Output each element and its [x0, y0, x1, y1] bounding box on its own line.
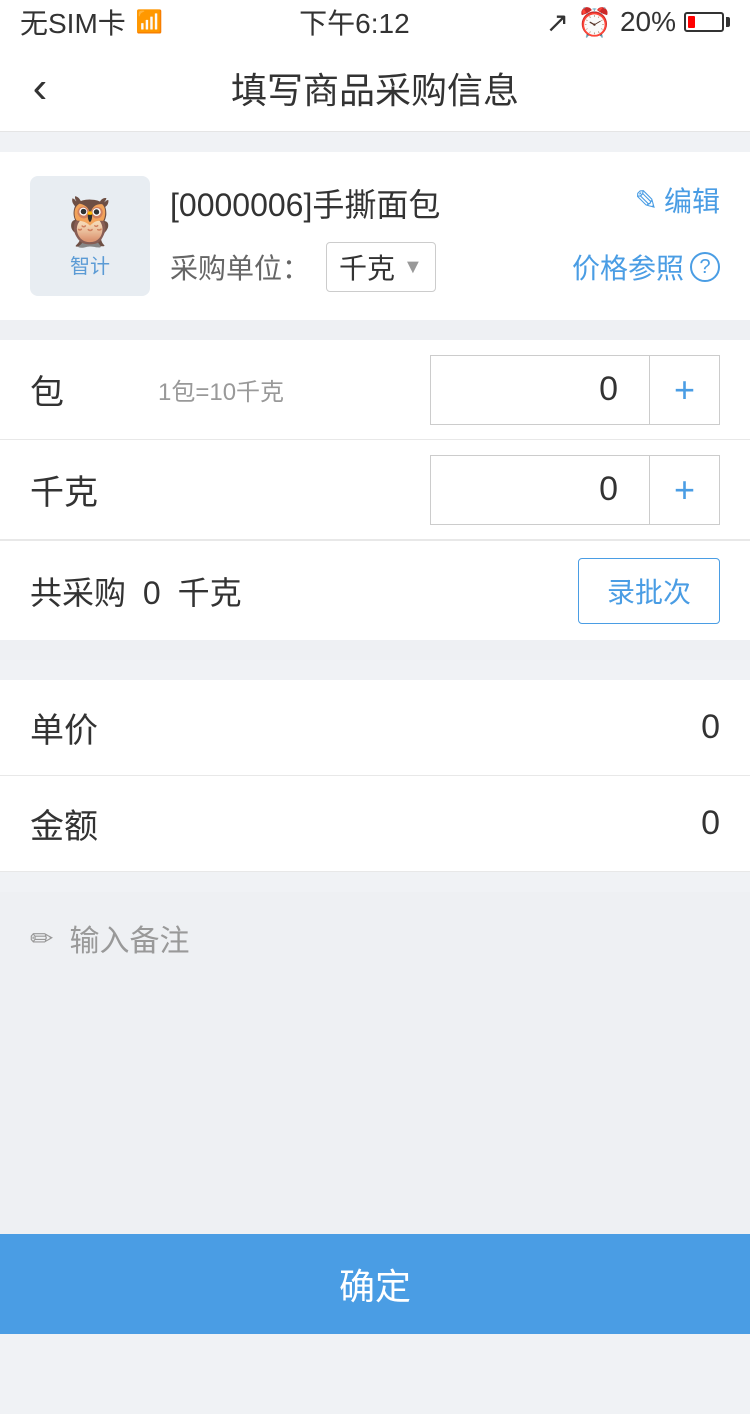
summary-value: 0: [143, 575, 161, 611]
price-ref-button[interactable]: 价格参照 ?: [572, 247, 720, 287]
kg-input-row: 千克 +: [0, 440, 750, 540]
kg-input-controls: +: [430, 455, 720, 525]
status-time: 下午6:12: [299, 2, 410, 42]
bag-input-controls: +: [430, 355, 720, 425]
section-divider-1: [0, 320, 750, 340]
edit-button[interactable]: ✎ 编辑: [635, 180, 720, 220]
chevron-down-icon: ▼: [403, 256, 423, 279]
product-logo-icon: 🦉: [60, 193, 120, 250]
unit-label: 采购单位：: [170, 247, 310, 287]
product-meta: 采购单位： 千克 ▼ 价格参照 ?: [170, 242, 720, 292]
back-button[interactable]: ‹: [0, 44, 80, 131]
product-id: [0000006]: [170, 187, 312, 223]
battery-text: 20%: [620, 6, 676, 38]
kg-quantity-input[interactable]: [430, 455, 650, 525]
bag-plus-icon: +: [674, 369, 695, 411]
nav-bar: ‹ 填写商品采购信息: [0, 44, 750, 132]
product-title: 手撕面包: [312, 187, 440, 223]
unit-price-label: 单价: [30, 703, 98, 752]
total-amount-value: 0: [701, 804, 720, 843]
help-icon: ?: [690, 252, 720, 282]
bag-plus-button[interactable]: +: [650, 355, 720, 425]
alarm-icon: ⏰: [577, 6, 612, 39]
kg-plus-button[interactable]: +: [650, 455, 720, 525]
unit-select[interactable]: 千克 ▼: [326, 242, 436, 292]
edit-label: 编辑: [664, 180, 720, 220]
product-logo-text: 智计: [70, 250, 110, 279]
product-name: [0000006]手撕面包: [170, 180, 440, 226]
confirm-button[interactable]: 确定: [0, 1234, 750, 1334]
input-section: 包 1包=10千克 + 千克 +: [0, 340, 750, 540]
edit-icon: ✎: [635, 184, 658, 217]
summary-text: 共采购 0 千克: [30, 568, 242, 614]
bag-label: 包: [30, 365, 150, 414]
section-divider-2: [0, 640, 750, 660]
pencil-icon: ✏: [30, 922, 53, 955]
unit-price-value: 0: [701, 708, 720, 747]
record-batch-button[interactable]: 录批次: [578, 558, 720, 624]
remark-section[interactable]: ✏ 输入备注: [0, 892, 750, 984]
bag-quantity-input[interactable]: [430, 355, 650, 425]
product-info: [0000006]手撕面包 ✎ 编辑 采购单位： 千克 ▼ 价格参照 ?: [170, 180, 720, 292]
total-amount-row: 金额 0: [0, 776, 750, 872]
wifi-icon: 📶: [136, 9, 163, 35]
price-section: 单价 0 金额 0: [0, 680, 750, 872]
product-image: 🦉 智计: [30, 176, 150, 296]
kg-plus-icon: +: [674, 469, 695, 511]
summary-row: 共采购 0 千克 录批次: [0, 540, 750, 640]
back-icon: ‹: [33, 63, 48, 113]
carrier-text: 无SIM卡: [20, 2, 126, 42]
status-right: ↗ ⏰ 20%: [546, 6, 730, 39]
total-amount-label: 金额: [30, 799, 98, 848]
product-card: 🦉 智计 [0000006]手撕面包 ✎ 编辑 采购单位： 千克 ▼: [0, 152, 750, 320]
battery-indicator: [684, 12, 730, 32]
price-ref-label: 价格参照: [572, 247, 684, 287]
bag-sublabel: 1包=10千克: [158, 372, 284, 407]
unit-price-row: 单价 0: [0, 680, 750, 776]
confirm-label: 确定: [339, 1258, 411, 1310]
page-title: 填写商品采购信息: [231, 62, 519, 114]
remark-placeholder: 输入备注: [69, 916, 189, 960]
bag-input-row: 包 1包=10千克 +: [0, 340, 750, 440]
status-left: 无SIM卡 📶: [20, 2, 163, 42]
summary-label: 共采购: [30, 575, 126, 611]
status-bar: 无SIM卡 📶 下午6:12 ↗ ⏰ 20%: [0, 0, 750, 44]
kg-label: 千克: [30, 465, 150, 514]
location-icon: ↗: [546, 6, 569, 39]
summary-unit: 千克: [178, 575, 242, 611]
unit-value: 千克: [339, 247, 395, 287]
